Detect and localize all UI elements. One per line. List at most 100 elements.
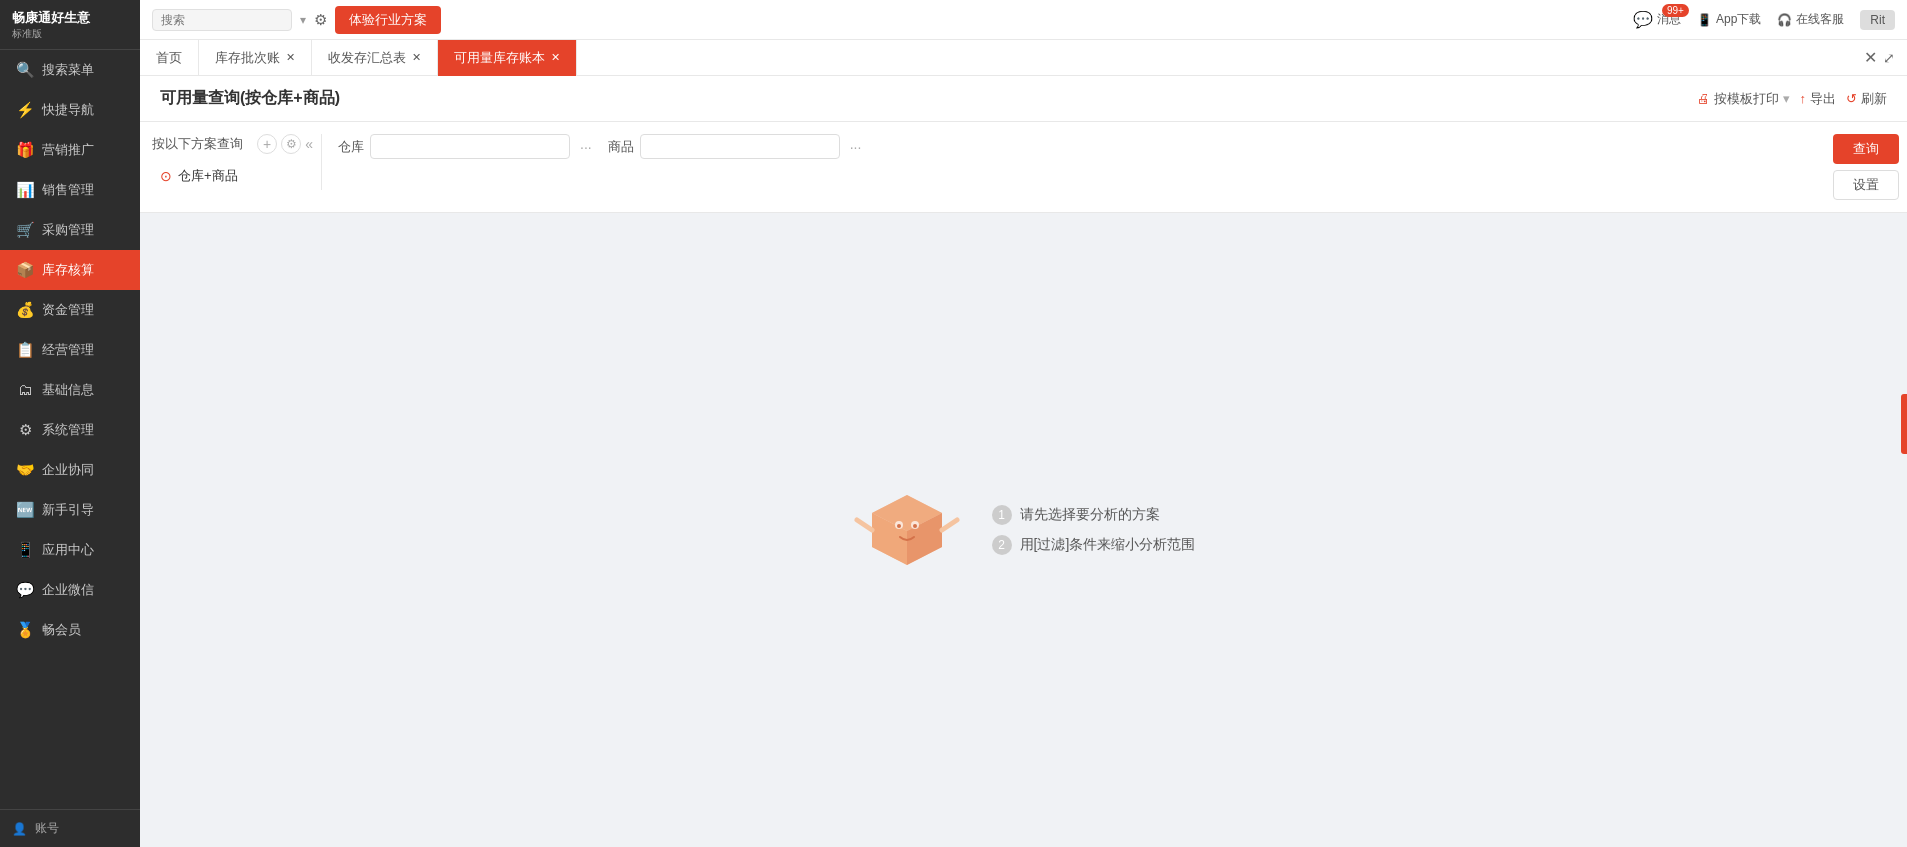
product-input[interactable] [640,134,840,159]
empty-svg [852,475,962,585]
sidebar-item-label: 资金管理 [42,301,94,319]
sidebar-item-apps[interactable]: 📱 应用中心 [0,530,140,570]
tab-summary-close-icon[interactable]: ✕ [412,51,421,64]
warehouse-input[interactable] [370,134,570,159]
user-menu-button[interactable]: Rit [1860,10,1895,30]
sidebar-bottom-user[interactable]: 👤 账号 [0,809,140,847]
trial-button[interactable]: 体验行业方案 [335,6,441,34]
tip-num-2: 2 [992,535,1012,555]
cart-icon: 🛒 [16,221,34,239]
tab-home-label: 首页 [156,49,182,67]
empty-state: 1 请先选择要分析的方案 2 用[过滤]条件来缩小分析范围 [140,213,1907,847]
scheme-actions: + ⚙ « [257,134,313,154]
sidebar-nav: 🔍 搜索菜单 ⚡ 快捷导航 🎁 营销推广 📊 销售管理 🛒 采购管理 📦 库存核… [0,50,140,809]
tab-available-label: 可用量库存账本 [454,49,545,67]
tab-available-close-icon[interactable]: ✕ [551,51,560,64]
sidebar-item-system[interactable]: ⚙ 系统管理 [0,410,140,450]
sidebar-item-label: 搜索菜单 [42,61,94,79]
window-expand-icon[interactable]: ⤢ [1883,50,1895,66]
warehouse-more-icon[interactable]: ··· [576,135,596,159]
sidebar-item-label: 基础信息 [42,381,94,399]
app-label: App下载 [1716,11,1761,28]
gear-icon: ⚙ [16,421,34,439]
sidebar-item-wechat[interactable]: 💬 企业微信 [0,570,140,610]
sidebar-item-purchase[interactable]: 🛒 采购管理 [0,210,140,250]
scheme-settings-button[interactable]: ⚙ [281,134,301,154]
sidebar-item-vip[interactable]: 🏅 畅会员 [0,610,140,650]
refresh-button[interactable]: ↺ 刷新 [1846,90,1887,108]
tab-available[interactable]: 可用量库存账本 ✕ [438,40,577,76]
scheme-item-icon: ⊙ [160,168,172,184]
tip-num-1: 1 [992,505,1012,525]
filter-fields: 仓库 ··· 商品 ··· [322,134,1833,159]
svg-line-9 [942,520,957,530]
service-label: 在线客服 [1796,11,1844,28]
filter-buttons: 查询 设置 [1833,134,1907,200]
empty-illustration [852,475,962,585]
filter-warehouse-group: 仓库 ··· [338,134,596,159]
tab-batch-close-icon[interactable]: ✕ [286,51,295,64]
chevron-down-icon[interactable]: ▾ [300,13,306,27]
service-button[interactable]: 🎧 在线客服 [1777,11,1844,28]
sidebar: 畅康通好生意 标准版 🔍 搜索菜单 ⚡ 快捷导航 🎁 营销推广 📊 销售管理 🛒… [0,0,140,847]
sidebar-item-search[interactable]: 🔍 搜索菜单 [0,50,140,90]
svg-line-8 [857,520,872,530]
sidebar-item-marketing[interactable]: 🎁 营销推广 [0,130,140,170]
product-more-icon[interactable]: ··· [846,135,866,159]
tab-batch[interactable]: 库存批次账 ✕ [199,40,312,76]
scheme-add-button[interactable]: + [257,134,277,154]
app-download-button[interactable]: 📱 App下载 [1697,11,1761,28]
tab-home[interactable]: 首页 [140,40,199,76]
empty-tips: 1 请先选择要分析的方案 2 用[过滤]条件来缩小分析范围 [992,505,1196,555]
sidebar-item-operation[interactable]: 📋 经营管理 [0,330,140,370]
tip-2-text: 用[过滤]条件来缩小分析范围 [1020,536,1196,554]
sidebar-item-corp[interactable]: 🤝 企业协同 [0,450,140,490]
sidebar-item-inventory[interactable]: 📦 库存核算 [0,250,140,290]
warehouse-label: 仓库 [338,138,364,156]
topbar-search-input[interactable] [152,9,292,31]
sidebar-item-label: 畅会员 [42,621,81,639]
sidebar-item-label: 企业微信 [42,581,94,599]
tip-1-text: 请先选择要分析的方案 [1020,506,1160,524]
sidebar-item-label: 快捷导航 [42,101,94,119]
sidebar-item-sales[interactable]: 📊 销售管理 [0,170,140,210]
export-button[interactable]: ↑ 导出 [1800,90,1837,108]
sidebar-logo: 畅康通好生意 标准版 [0,0,140,50]
export-icon: ↑ [1800,91,1807,106]
handshake-icon: 🤝 [16,461,34,479]
query-button[interactable]: 查询 [1833,134,1899,164]
settings-icon[interactable]: ⚙ [314,11,327,29]
phone-icon: 📱 [16,541,34,559]
scheme-item-warehouse-product[interactable]: ⊙ 仓库+商品 [152,162,313,190]
tab-batch-label: 库存批次账 [215,49,280,67]
message-button[interactable]: 💬 消息 99+ [1633,10,1681,29]
sidebar-item-basic[interactable]: 🗂 基础信息 [0,370,140,410]
right-scroll-indicator [1901,394,1907,454]
scheme-label: 按以下方案查询 [152,135,243,153]
svg-point-7 [913,524,917,528]
export-label: 导出 [1810,90,1836,108]
flash-icon: ⚡ [16,101,34,119]
clipboard-icon: 📋 [16,341,34,359]
scheme-collapse-icon[interactable]: « [305,136,313,152]
print-chevron-icon: ▾ [1783,91,1790,106]
print-template-button[interactable]: 🖨 按模板打印 ▾ [1697,90,1790,108]
topbar: ▾ ⚙ 体验行业方案 💬 消息 99+ 📱 App下载 🎧 在线客服 Rit [140,0,1907,40]
empty-tip-2: 2 用[过滤]条件来缩小分析范围 [992,535,1196,555]
medal-icon: 🏅 [16,621,34,639]
filter-setting-button[interactable]: 设置 [1833,170,1899,200]
window-close-icon[interactable]: ✕ [1864,50,1877,66]
page-actions: 🖨 按模板打印 ▾ ↑ 导出 ↺ 刷新 [1697,90,1888,108]
tab-summary-label: 收发存汇总表 [328,49,406,67]
svg-point-6 [897,524,901,528]
sidebar-item-guide[interactable]: 🆕 新手引导 [0,490,140,530]
chart-icon: 📊 [16,181,34,199]
sidebar-logo-title: 畅康通好生意 [12,10,128,27]
sidebar-item-label: 销售管理 [42,181,94,199]
filter-scheme-header: 按以下方案查询 + ⚙ « [152,134,313,154]
tab-summary[interactable]: 收发存汇总表 ✕ [312,40,438,76]
headphone-icon: 🎧 [1777,13,1792,27]
sidebar-item-finance[interactable]: 💰 资金管理 [0,290,140,330]
user-icon: 👤 [12,822,27,836]
sidebar-item-shortcut[interactable]: ⚡ 快捷导航 [0,90,140,130]
